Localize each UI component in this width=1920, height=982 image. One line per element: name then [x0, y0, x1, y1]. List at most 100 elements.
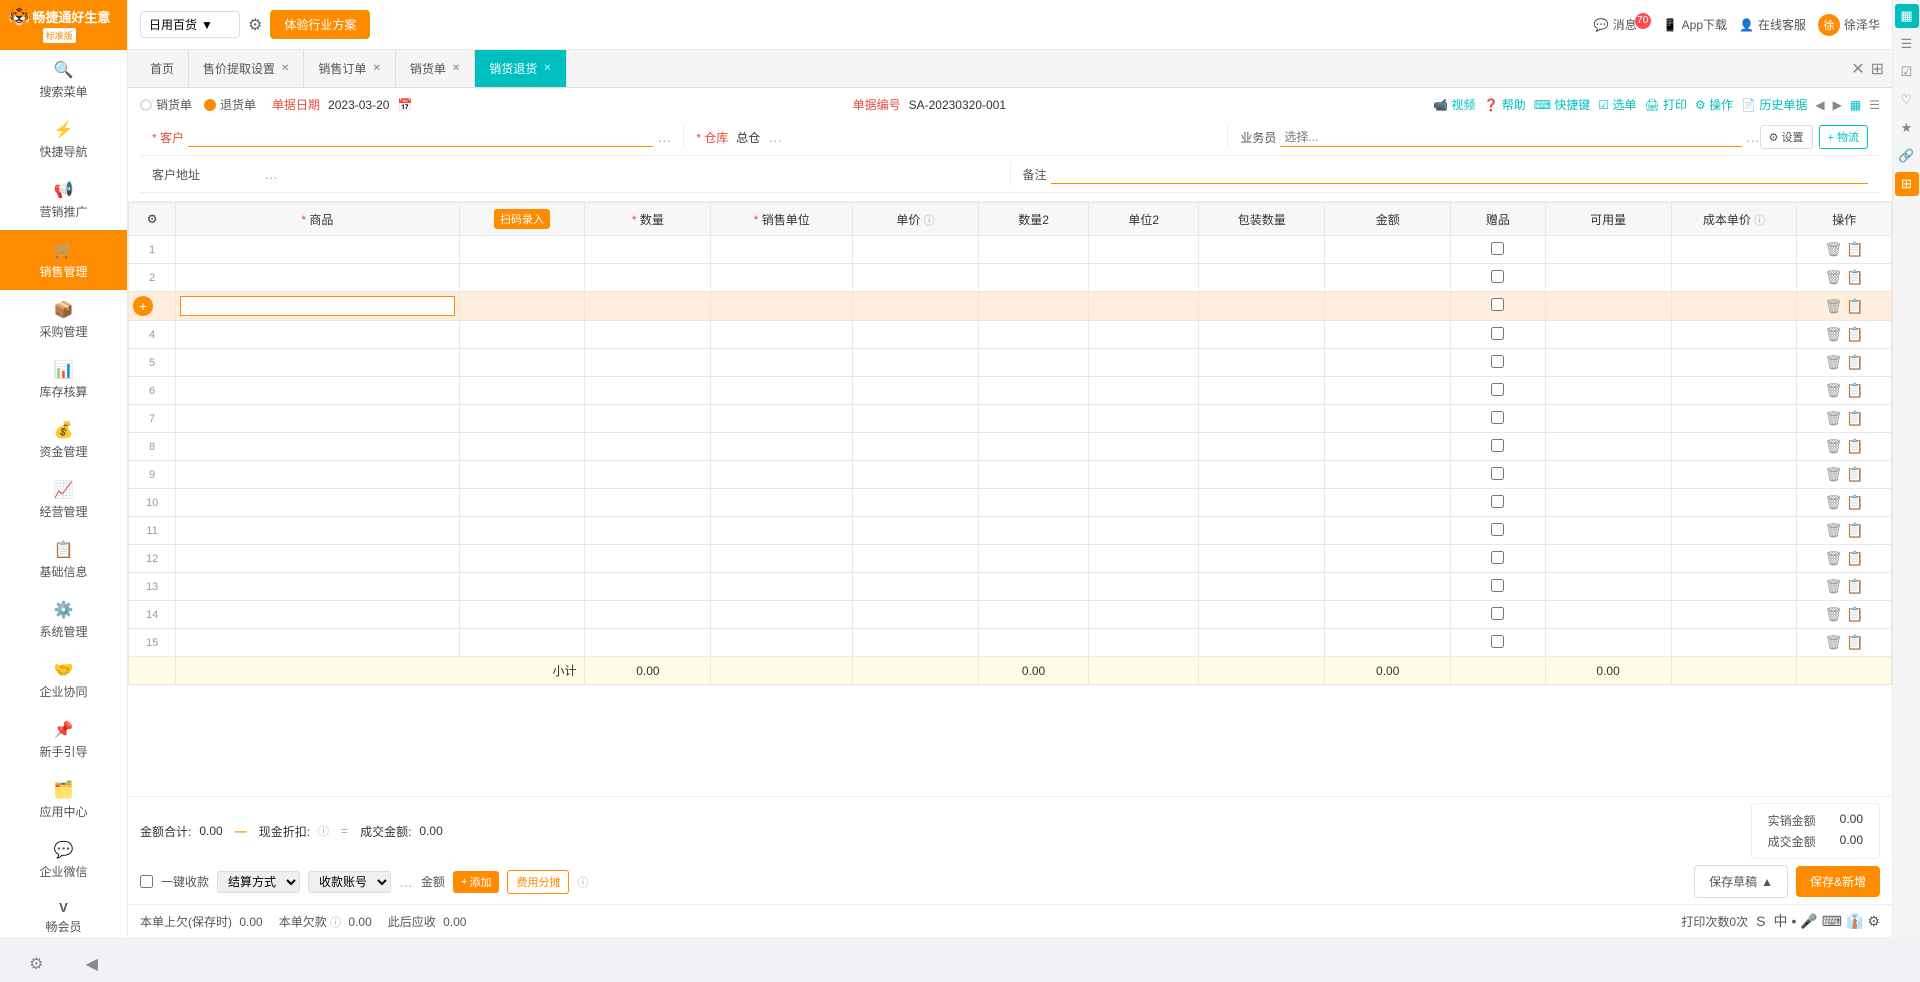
sidebar-item-marketing[interactable]: 📢 营销推广 — [0, 170, 127, 230]
unit-cell-2[interactable] — [711, 264, 853, 292]
price-cell-2[interactable] — [853, 264, 979, 292]
account-more-icon[interactable]: … — [399, 874, 413, 890]
online-service-group[interactable]: 👤 在线客服 — [1739, 16, 1806, 33]
price-cell-add[interactable] — [853, 292, 979, 321]
status-icon-1[interactable]: 中 — [1773, 911, 1787, 931]
copy-row-9[interactable]: 📋 — [1846, 466, 1863, 483]
copy-row-10[interactable]: 📋 — [1846, 494, 1863, 511]
copy-row-15[interactable]: 📋 — [1846, 634, 1863, 651]
copy-row-12[interactable]: 📋 — [1846, 550, 1863, 567]
col-settings[interactable]: ⚙ — [129, 203, 176, 236]
tab-layout-icon[interactable]: ⊞ — [1871, 59, 1884, 79]
delete-row-add[interactable]: 🗑 — [1825, 298, 1843, 315]
right-panel-icon-1[interactable]: ▦ — [1895, 4, 1919, 28]
pack-qty-cell-add[interactable] — [1199, 292, 1325, 321]
unit2-cell-2[interactable] — [1089, 264, 1199, 292]
sidebar-item-inventory[interactable]: 📊 库存核算 — [0, 350, 127, 410]
sidebar-item-guide[interactable]: 📌 新手引导 — [0, 710, 127, 770]
remark-input[interactable] — [1051, 165, 1868, 184]
list-view-icon[interactable]: ☰ — [1869, 98, 1880, 112]
tab-sales-order-close[interactable]: ✕ — [372, 63, 380, 74]
tab-sales-order[interactable]: 销售订单 ✕ — [304, 50, 395, 87]
sidebar-item-purchase[interactable]: 📦 采购管理 — [0, 290, 127, 350]
unit2-cell-1[interactable] — [1089, 236, 1199, 264]
delete-row-15[interactable]: 🗑 — [1825, 634, 1843, 651]
qty2-cell-1[interactable] — [978, 236, 1088, 264]
right-panel-icon-2[interactable]: ☰ — [1895, 32, 1919, 56]
row-add-btn-cell[interactable]: + — [129, 292, 176, 321]
logistics-button[interactable]: + 物流 — [1819, 125, 1869, 149]
save-draft-button[interactable]: 保存草稿 ▲ — [1694, 865, 1788, 898]
delete-row-10[interactable]: 🗑 — [1825, 494, 1843, 511]
right-panel-icon-4[interactable]: ♡ — [1895, 88, 1919, 112]
tab-sales-delivery-close[interactable]: ✕ — [452, 63, 460, 74]
sidebar-item-shortcut[interactable]: ⚡ 快捷导航 — [0, 110, 127, 170]
sidebar-collapse-icon[interactable]: ◀ — [86, 954, 98, 974]
copy-row-11[interactable]: 📋 — [1846, 522, 1863, 539]
amount-cell-1[interactable] — [1325, 236, 1451, 264]
cost-price-cell-add[interactable] — [1671, 292, 1797, 321]
delete-row-1[interactable]: 🗑 — [1825, 241, 1843, 258]
tab-close-all-icon[interactable]: ✕ — [1851, 59, 1864, 79]
video-btn[interactable]: 📹 视频 — [1433, 96, 1475, 113]
delete-row-13[interactable]: 🗑 — [1825, 578, 1843, 595]
select-btn[interactable]: ☑ 选单 — [1598, 96, 1636, 113]
gift-cell-2[interactable] — [1451, 264, 1545, 292]
tab-sales-delivery[interactable]: 销货单 ✕ — [396, 50, 475, 87]
history-btn[interactable]: 📄 历史单据 — [1741, 96, 1807, 113]
sidebar-item-basic[interactable]: 📋 基础信息 — [0, 530, 127, 590]
status-icon-4[interactable]: ⌨ — [1822, 913, 1842, 930]
delete-row-6[interactable]: 🗑 — [1825, 382, 1843, 399]
cost-info-icon[interactable]: ⓘ — [1754, 215, 1765, 227]
operate-btn[interactable]: ⚙ 操作 — [1695, 96, 1733, 113]
scan-button[interactable]: 扫码录入 — [494, 209, 550, 229]
topbar-settings-icon[interactable]: ⚙ — [248, 15, 262, 35]
settings-button[interactable]: ⚙ 设置 — [1760, 125, 1813, 149]
price-cell-1[interactable] — [853, 236, 979, 264]
unit-cell-add[interactable] — [711, 292, 853, 321]
pack-qty-cell-2[interactable] — [1199, 264, 1325, 292]
status-icon-5[interactable]: 👔 — [1846, 913, 1863, 930]
qty-cell-add[interactable] — [585, 292, 711, 321]
delete-row-8[interactable]: 🗑 — [1825, 438, 1843, 455]
nav-prev-icon[interactable]: ◀ — [1815, 98, 1824, 112]
qty-cell-1[interactable] — [585, 236, 711, 264]
delete-row-9[interactable]: 🗑 — [1825, 466, 1843, 483]
right-panel-icon-5[interactable]: ★ — [1895, 116, 1919, 140]
user-group[interactable]: 徐 徐泽华 — [1818, 14, 1880, 36]
customer-more-icon[interactable]: … — [657, 129, 671, 145]
shortcut-btn[interactable]: ⌨ 快捷键 — [1534, 96, 1591, 113]
message-group[interactable]: 💬 消息 70 — [1594, 16, 1651, 33]
copy-row-7[interactable]: 📋 — [1846, 410, 1863, 427]
qty-cell-2[interactable] — [585, 264, 711, 292]
available-cell-add[interactable] — [1545, 292, 1671, 321]
copy-row-13[interactable]: 📋 — [1846, 578, 1863, 595]
add-row-button[interactable]: + — [133, 296, 153, 316]
copy-row-2[interactable]: 📋 — [1846, 269, 1863, 286]
copy-row-5[interactable]: 📋 — [1846, 354, 1863, 371]
tab-home[interactable]: 首页 — [136, 50, 189, 87]
trial-button[interactable]: 体验行业方案 — [270, 10, 370, 39]
tab-price-settings[interactable]: 售价提取设置 ✕ — [189, 50, 304, 87]
radio-sales-return[interactable]: 退货单 — [204, 96, 256, 113]
qty2-cell-2[interactable] — [978, 264, 1088, 292]
right-panel-icon-3[interactable]: ☑ — [1895, 60, 1919, 84]
amount-cell-2[interactable] — [1325, 264, 1451, 292]
product-cell-2[interactable] — [176, 264, 459, 292]
product-cell-1[interactable] — [176, 236, 459, 264]
gift-cell-add[interactable] — [1451, 292, 1545, 321]
sidebar-settings-icon[interactable]: ⚙ — [29, 954, 43, 974]
sidebar-item-finance[interactable]: 💰 资金管理 — [0, 410, 127, 470]
price-info-icon[interactable]: ⓘ — [924, 215, 935, 227]
sidebar-item-enterprise[interactable]: 🤝 企业协同 — [0, 650, 127, 710]
customer-input[interactable] — [188, 128, 653, 147]
status-icon-2[interactable]: • — [1791, 913, 1796, 929]
unit-cell-1[interactable] — [711, 236, 853, 264]
cost-price-cell-1[interactable] — [1671, 236, 1797, 264]
single-overdue-icon[interactable]: ⓘ — [330, 917, 341, 929]
add-button[interactable]: + 添加 — [453, 871, 499, 893]
pack-qty-cell-1[interactable] — [1199, 236, 1325, 264]
product-input-add[interactable] — [180, 296, 454, 316]
right-panel-icon-6[interactable]: 🔗 — [1895, 144, 1919, 168]
copy-row-1[interactable]: 📋 — [1846, 241, 1863, 258]
